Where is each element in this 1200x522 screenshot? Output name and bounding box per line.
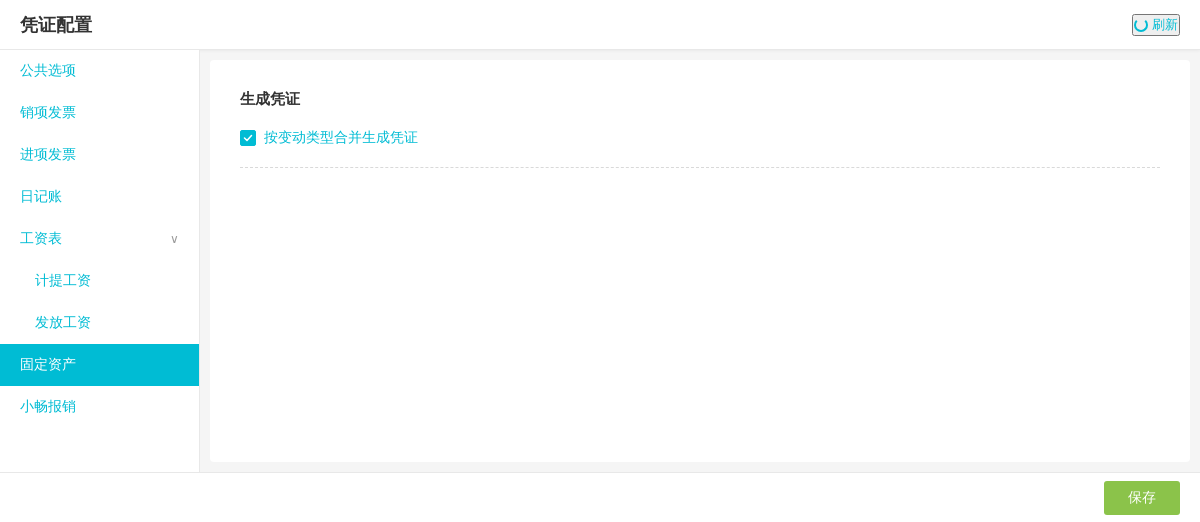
sidebar-item-label: 固定资产 xyxy=(20,356,76,374)
checkbox-row[interactable]: 按变动类型合并生成凭证 xyxy=(240,129,1160,147)
merge-checkbox[interactable] xyxy=(240,130,256,146)
section-title: 生成凭证 xyxy=(240,90,1160,109)
section-divider xyxy=(240,167,1160,168)
save-button[interactable]: 保存 xyxy=(1104,481,1180,515)
checkbox-label[interactable]: 按变动类型合并生成凭证 xyxy=(264,129,418,147)
sidebar-item-label: 销项发票 xyxy=(20,104,76,122)
checkmark-icon xyxy=(243,133,253,143)
refresh-icon xyxy=(1134,18,1148,32)
footer: 保存 xyxy=(0,472,1200,522)
main-content: 生成凭证 按变动类型合并生成凭证 xyxy=(210,60,1190,462)
sidebar-item-label: 日记账 xyxy=(20,188,62,206)
refresh-button[interactable]: 刷新 xyxy=(1132,14,1180,36)
sidebar-item-label: 公共选项 xyxy=(20,62,76,80)
header: 凭证配置 刷新 xyxy=(0,0,1200,50)
sidebar-item-label: 工资表 xyxy=(20,230,62,248)
sidebar-item-fixed[interactable]: 固定资产 xyxy=(0,344,199,386)
sidebar: 公共选项销项发票进项发票日记账工资表 ∨ 计提工资发放工资固定资产小畅报销 xyxy=(0,50,200,472)
sidebar-item-label: 小畅报销 xyxy=(20,398,76,416)
sidebar-item-expense[interactable]: 小畅报销 xyxy=(0,386,199,428)
page-title: 凭证配置 xyxy=(20,13,92,37)
sidebar-item-accrual[interactable]: 计提工资 xyxy=(0,260,199,302)
chevron-down-icon: ∨ xyxy=(170,232,179,246)
sidebar-item-public[interactable]: 公共选项 xyxy=(0,50,199,92)
sidebar-item-payroll[interactable]: 工资表 ∨ xyxy=(0,218,199,260)
page-wrapper: 凭证配置 刷新 公共选项销项发票进项发票日记账工资表 ∨ 计提工资发放工资固定资产小… xyxy=(0,0,1200,522)
sidebar-item-release[interactable]: 发放工资 xyxy=(0,302,199,344)
sidebar-item-label: 计提工资 xyxy=(35,272,91,290)
sidebar-item-label: 进项发票 xyxy=(20,146,76,164)
sidebar-item-sales[interactable]: 销项发票 xyxy=(0,92,199,134)
body: 公共选项销项发票进项发票日记账工资表 ∨ 计提工资发放工资固定资产小畅报销 生成凭证… xyxy=(0,50,1200,472)
sidebar-item-purchase[interactable]: 进项发票 xyxy=(0,134,199,176)
sidebar-item-journal[interactable]: 日记账 xyxy=(0,176,199,218)
sidebar-item-label: 发放工资 xyxy=(35,314,91,332)
